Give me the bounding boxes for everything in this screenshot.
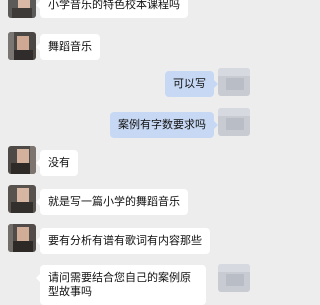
message-bubble-outgoing[interactable]: 可以写 [165, 71, 218, 97]
message-bubble-incoming[interactable]: 要有分析有谱有歌词有内容那些 [36, 228, 210, 254]
contact-avatar[interactable] [8, 224, 36, 252]
message-text: 请问需要结合您自己的案例原型故事吗 [48, 271, 191, 298]
contact-avatar[interactable] [8, 146, 36, 174]
message-bubble-incoming[interactable]: 请问需要结合您自己的案例原型故事吗 [36, 265, 206, 305]
message-bubble-incoming[interactable]: 没有 [36, 150, 78, 176]
message-text: 要有分析有谱有歌词有内容那些 [48, 234, 202, 247]
message-bubble-outgoing[interactable]: 案例有字数要求吗 [110, 112, 218, 138]
message-text: 就是写一篇小学的舞蹈音乐 [48, 195, 180, 208]
contact-avatar[interactable] [8, 185, 36, 213]
message-bubble-incoming[interactable]: 小学音乐的特色校本课程吗 [36, 0, 188, 18]
message-text: 案例有字数要求吗 [118, 118, 206, 131]
message-text: 舞蹈音乐 [48, 40, 92, 53]
user-avatar[interactable] [218, 264, 250, 292]
message-bubble-incoming[interactable]: 就是写一篇小学的舞蹈音乐 [36, 189, 188, 215]
message-bubble-incoming[interactable]: 舞蹈音乐 [36, 34, 100, 60]
message-text: 没有 [48, 156, 70, 169]
message-text: 可以写 [173, 77, 206, 90]
contact-avatar[interactable] [8, 32, 36, 60]
chat-message-list[interactable]: 小学音乐的特色校本课程吗 舞蹈音乐 可以写 案例有字数要求吗 没有 就是写一篇小… [0, 0, 250, 305]
message-text: 小学音乐的特色校本课程吗 [48, 0, 180, 11]
user-avatar[interactable] [218, 108, 250, 136]
contact-avatar[interactable] [8, 0, 36, 18]
user-avatar[interactable] [218, 68, 250, 96]
